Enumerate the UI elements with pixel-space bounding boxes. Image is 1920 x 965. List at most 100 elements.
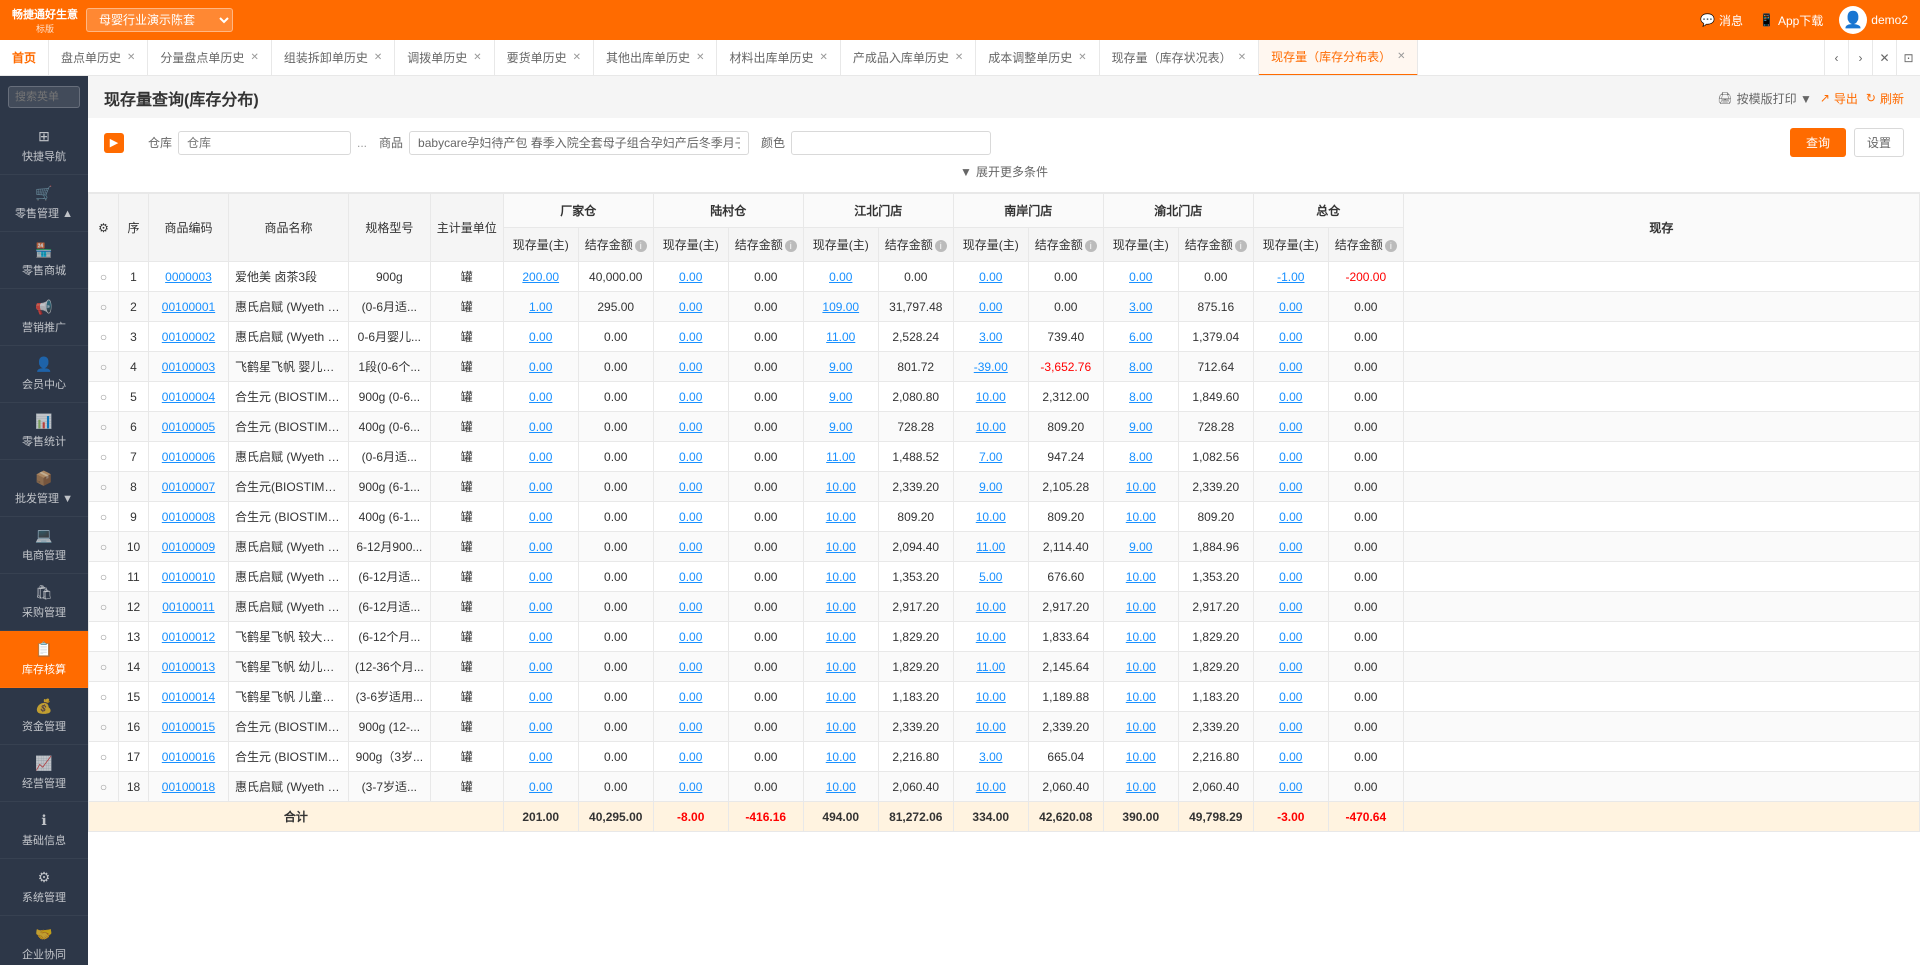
td-zc-qty[interactable]: 0.00 (1253, 502, 1328, 532)
product-input[interactable] (409, 131, 749, 155)
td-settings[interactable]: ○ (89, 622, 119, 652)
sidebar-item-lingshoutj[interactable]: 📊 零售统计 (0, 403, 88, 460)
td-code[interactable]: 00100007 (149, 472, 229, 502)
tab-zuzhechaichu-close[interactable]: ✕ (374, 52, 382, 63)
td-na-qty[interactable]: 10.00 (953, 772, 1028, 802)
nav-expand-btn[interactable]: ⊡ (1896, 40, 1920, 76)
td-na-qty[interactable]: 10.00 (953, 412, 1028, 442)
td-na-qty[interactable]: 10.00 (953, 712, 1028, 742)
print-btn[interactable]: 🖨 按模版打印 ▼ (1717, 90, 1811, 107)
td-yb-qty[interactable]: 6.00 (1103, 322, 1178, 352)
td-yb-qty[interactable]: 9.00 (1103, 412, 1178, 442)
tab-chanchenpin-close[interactable]: ✕ (955, 52, 963, 63)
td-yb-qty[interactable]: 10.00 (1103, 742, 1178, 772)
tab-kucunfenbu[interactable]: 现存量（库存分布表） ✕ (1259, 40, 1418, 76)
tab-qitachuku[interactable]: 其他出库单历史 ✕ (594, 40, 717, 76)
lc-amt-info[interactable]: i (785, 240, 797, 252)
refresh-btn[interactable]: ↻ 刷新 (1866, 90, 1904, 107)
tab-kucunzhuangkuang-close[interactable]: ✕ (1238, 52, 1246, 63)
td-lc-qty[interactable]: 0.00 (653, 562, 728, 592)
fj-amt-info[interactable]: i (635, 240, 647, 252)
td-jb-qty[interactable]: 10.00 (803, 562, 878, 592)
td-settings[interactable]: ○ (89, 412, 119, 442)
td-fj-qty[interactable]: 0.00 (503, 712, 578, 742)
td-settings[interactable]: ○ (89, 592, 119, 622)
td-code[interactable]: 00100011 (149, 592, 229, 622)
td-fj-qty[interactable]: 0.00 (503, 502, 578, 532)
td-jb-qty[interactable]: 10.00 (803, 502, 878, 532)
sidebar-item-kucun[interactable]: 📋 库存核算 (0, 631, 88, 688)
td-yb-qty[interactable]: 10.00 (1103, 682, 1178, 712)
sidebar-search-input[interactable] (8, 86, 80, 108)
td-na-qty[interactable]: 10.00 (953, 682, 1028, 712)
sidebar-item-jichuxinxi[interactable]: ℹ 基础信息 (0, 802, 88, 859)
td-fj-qty[interactable]: 0.00 (503, 442, 578, 472)
nav-prev-btn[interactable]: ‹ (1824, 40, 1848, 76)
td-na-qty[interactable]: 11.00 (953, 652, 1028, 682)
td-yb-qty[interactable]: 10.00 (1103, 562, 1178, 592)
td-yb-qty[interactable]: 10.00 (1103, 652, 1178, 682)
td-jb-qty[interactable]: 10.00 (803, 532, 878, 562)
tab-home[interactable]: 首页 (0, 40, 49, 76)
tab-pandian-close[interactable]: ✕ (127, 52, 135, 63)
tab-kucunzhuangkuang[interactable]: 现存量（库存状况表） ✕ (1100, 40, 1259, 76)
td-settings[interactable]: ○ (89, 532, 119, 562)
tab-diaobodanls-close[interactable]: ✕ (473, 52, 481, 63)
sidebar-item-xitong[interactable]: ⚙ 系统管理 (0, 859, 88, 916)
td-lc-qty[interactable]: 0.00 (653, 652, 728, 682)
td-fj-qty[interactable]: 200.00 (503, 262, 578, 292)
tab-qitachuku-close[interactable]: ✕ (696, 52, 704, 63)
td-code[interactable]: 00100003 (149, 352, 229, 382)
td-jb-qty[interactable]: 9.00 (803, 382, 878, 412)
td-lc-qty[interactable]: 0.00 (653, 622, 728, 652)
td-na-qty[interactable]: -39.00 (953, 352, 1028, 382)
td-code[interactable]: 0000003 (149, 262, 229, 292)
td-jb-qty[interactable]: 109.00 (803, 292, 878, 322)
zc-amt-info[interactable]: i (1385, 240, 1397, 252)
td-zc-qty[interactable]: 0.00 (1253, 562, 1328, 592)
td-jb-qty[interactable]: 10.00 (803, 592, 878, 622)
settings-btn[interactable]: 设置 (1854, 128, 1904, 157)
td-zc-qty[interactable]: 0.00 (1253, 382, 1328, 412)
td-fj-qty[interactable]: 0.00 (503, 562, 578, 592)
td-zc-qty[interactable]: 0.00 (1253, 322, 1328, 352)
td-code[interactable]: 00100004 (149, 382, 229, 412)
td-na-qty[interactable]: 11.00 (953, 532, 1028, 562)
td-lc-qty[interactable]: 0.00 (653, 262, 728, 292)
td-lc-qty[interactable]: 0.00 (653, 682, 728, 712)
td-settings[interactable]: ○ (89, 682, 119, 712)
td-na-qty[interactable]: 10.00 (953, 382, 1028, 412)
td-na-qty[interactable]: 7.00 (953, 442, 1028, 472)
td-settings[interactable]: ○ (89, 742, 119, 772)
tab-zuzhechaichu[interactable]: 组装拆卸单历史 ✕ (272, 40, 395, 76)
td-settings[interactable]: ○ (89, 382, 119, 412)
td-settings[interactable]: ○ (89, 442, 119, 472)
td-zc-qty[interactable]: 0.00 (1253, 292, 1328, 322)
td-yb-qty[interactable]: 9.00 (1103, 532, 1178, 562)
td-settings[interactable]: ○ (89, 322, 119, 352)
td-code[interactable]: 00100015 (149, 712, 229, 742)
td-settings[interactable]: ○ (89, 712, 119, 742)
nav-close-all-btn[interactable]: ✕ (1872, 40, 1896, 76)
td-na-qty[interactable]: 5.00 (953, 562, 1028, 592)
td-lc-qty[interactable]: 0.00 (653, 712, 728, 742)
td-fj-qty[interactable]: 0.00 (503, 742, 578, 772)
td-code[interactable]: 00100014 (149, 682, 229, 712)
sidebar-item-caigou[interactable]: 🛍 采购管理 (0, 574, 88, 631)
td-lc-qty[interactable]: 0.00 (653, 532, 728, 562)
sidebar-item-lingshou[interactable]: 🛒 零售管理 ▲ (0, 175, 88, 232)
td-jb-qty[interactable]: 9.00 (803, 352, 878, 382)
td-na-qty[interactable]: 10.00 (953, 592, 1028, 622)
td-fj-qty[interactable]: 0.00 (503, 622, 578, 652)
td-na-qty[interactable]: 3.00 (953, 322, 1028, 352)
tab-fenpandian-close[interactable]: ✕ (250, 52, 258, 63)
td-yb-qty[interactable]: 8.00 (1103, 442, 1178, 472)
td-code[interactable]: 00100006 (149, 442, 229, 472)
td-fj-qty[interactable]: 0.00 (503, 532, 578, 562)
td-fj-qty[interactable]: 0.00 (503, 652, 578, 682)
td-settings[interactable]: ○ (89, 652, 119, 682)
td-jb-qty[interactable]: 11.00 (803, 322, 878, 352)
td-yb-qty[interactable]: 10.00 (1103, 772, 1178, 802)
td-fj-qty[interactable]: 0.00 (503, 382, 578, 412)
td-jb-qty[interactable]: 10.00 (803, 712, 878, 742)
